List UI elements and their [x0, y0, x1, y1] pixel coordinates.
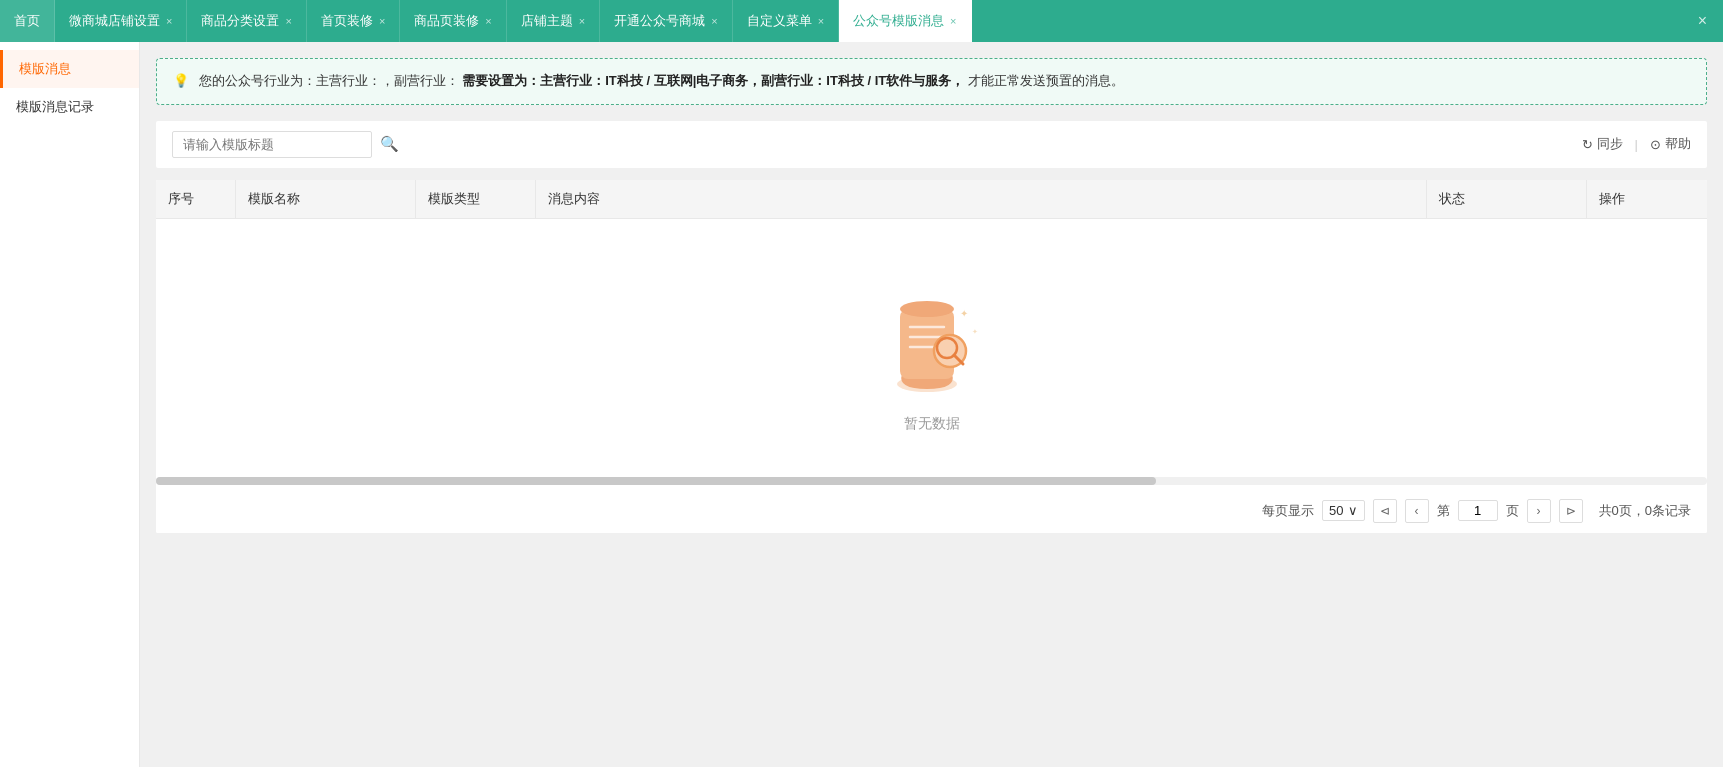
sidebar-item-template-msg-log-label: 模版消息记录 — [16, 99, 94, 114]
page-prev-button[interactable]: ‹ — [1405, 499, 1429, 523]
sidebar-item-template-msg[interactable]: 模版消息 — [0, 50, 139, 88]
tab-homepage-close[interactable]: × — [379, 15, 385, 27]
page-size-value: 50 — [1329, 503, 1343, 518]
tab-theme[interactable]: 店铺主题 × — [507, 0, 600, 42]
col-status: 状态 — [1427, 180, 1587, 218]
page-size-select[interactable]: 50 ∨ — [1322, 500, 1364, 521]
help-button[interactable]: ⊙ 帮助 — [1650, 135, 1691, 153]
notice-highlight: 需要设置为：主营行业：IT科技 / 互联网|电子商务，副营行业：IT科技 / I… — [462, 73, 964, 88]
sidebar: 模版消息 模版消息记录 — [0, 42, 140, 767]
page-size-label: 每页显示 — [1262, 502, 1314, 520]
tab-category-close[interactable]: × — [285, 15, 291, 27]
help-icon: ⊙ — [1650, 137, 1661, 152]
notice-box: 💡 您的公众号行业为：主营行业：，副营行业： 需要设置为：主营行业：IT科技 /… — [156, 58, 1707, 105]
col-index: 序号 — [156, 180, 236, 218]
content-area: 💡 您的公众号行业为：主营行业：，副营行业： 需要设置为：主营行业：IT科技 /… — [140, 42, 1723, 767]
page-last-button[interactable]: ⊳ — [1559, 499, 1583, 523]
tab-home-label: 首页 — [14, 12, 40, 30]
tab-homepage[interactable]: 首页装修 × — [307, 0, 400, 42]
empty-text: 暂无数据 — [904, 415, 960, 433]
page-input[interactable] — [1458, 500, 1498, 521]
page-first-button[interactable]: ⊲ — [1373, 499, 1397, 523]
empty-illustration: ✦ ✦ — [872, 279, 992, 399]
scrollbar-thumb[interactable] — [156, 477, 1156, 485]
search-bar: 🔍 ↻ 同步 | ⊙ 帮助 — [156, 121, 1707, 168]
notice-icon: 💡 — [173, 73, 189, 88]
tab-templatemsg[interactable]: 公众号模版消息 × — [839, 0, 971, 42]
notice-prefix: 您的公众号行业为：主营行业：，副营行业： — [199, 73, 459, 88]
tab-wshop-label: 微商城店铺设置 — [69, 12, 160, 30]
table-header: 序号 模版名称 模版类型 消息内容 状态 操作 — [156, 180, 1707, 219]
sidebar-item-template-msg-label: 模版消息 — [19, 61, 71, 76]
svg-text:✦: ✦ — [960, 308, 968, 319]
sync-button[interactable]: ↻ 同步 — [1582, 135, 1623, 153]
tab-mall-label: 开通公众号商城 — [614, 12, 705, 30]
main-layout: 模版消息 模版消息记录 💡 您的公众号行业为：主营行业：，副营行业： 需要设置为… — [0, 42, 1723, 767]
sync-label: 同步 — [1597, 135, 1623, 153]
page-next-button[interactable]: › — [1527, 499, 1551, 523]
col-type: 模版类型 — [416, 180, 536, 218]
tab-mall-close[interactable]: × — [711, 15, 717, 27]
help-label: 帮助 — [1665, 135, 1691, 153]
page-size-chevron: ∨ — [1348, 503, 1358, 518]
tab-theme-label: 店铺主题 — [521, 12, 573, 30]
tab-mall[interactable]: 开通公众号商城 × — [600, 0, 732, 42]
tab-custommenu-label: 自定义菜单 — [747, 12, 812, 30]
scrollbar-track[interactable] — [156, 477, 1707, 485]
tab-templatemsg-label: 公众号模版消息 — [853, 12, 944, 30]
top-nav: 首页 微商城店铺设置 × 商品分类设置 × 首页装修 × 商品页装修 × 店铺主… — [0, 0, 1723, 42]
tab-category-label: 商品分类设置 — [201, 12, 279, 30]
col-name: 模版名称 — [236, 180, 416, 218]
tab-wshop-close[interactable]: × — [166, 15, 172, 27]
divider: | — [1635, 137, 1638, 152]
page-label: 第 — [1437, 502, 1450, 520]
tab-custommenu[interactable]: 自定义菜单 × — [733, 0, 839, 42]
search-icon: 🔍 — [380, 135, 399, 152]
page-unit: 页 — [1506, 502, 1519, 520]
empty-svg: ✦ ✦ — [872, 279, 992, 399]
search-right: ↻ 同步 | ⊙ 帮助 — [1582, 135, 1691, 153]
tab-home[interactable]: 首页 — [0, 0, 55, 42]
search-left: 🔍 — [172, 131, 399, 158]
col-content: 消息内容 — [536, 180, 1427, 218]
tab-custommenu-close[interactable]: × — [818, 15, 824, 27]
col-action: 操作 — [1587, 180, 1707, 218]
search-button[interactable]: 🔍 — [380, 135, 399, 153]
tab-category[interactable]: 商品分类设置 × — [187, 0, 306, 42]
tab-templatemsg-close[interactable]: × — [950, 15, 956, 27]
notice-suffix: 才能正常发送预置的消息。 — [968, 73, 1124, 88]
tab-productpage[interactable]: 商品页装修 × — [400, 0, 506, 42]
table: 序号 模版名称 模版类型 消息内容 状态 操作 — [156, 180, 1707, 533]
sync-icon: ↻ — [1582, 137, 1593, 152]
search-input[interactable] — [172, 131, 372, 158]
pagination: 每页显示 50 ∨ ⊲ ‹ 第 页 › ⊳ 共0页，0条记录 — [156, 489, 1707, 533]
sidebar-item-template-msg-log[interactable]: 模版消息记录 — [0, 88, 139, 126]
tab-productpage-label: 商品页装修 — [414, 12, 479, 30]
tab-productpage-close[interactable]: × — [485, 15, 491, 27]
close-all-button[interactable]: × — [1682, 12, 1723, 30]
tab-wshop[interactable]: 微商城店铺设置 × — [55, 0, 187, 42]
total-info: 共0页，0条记录 — [1599, 502, 1691, 520]
svg-text:✦: ✦ — [972, 328, 978, 335]
empty-state: ✦ ✦ 暂无数据 — [156, 219, 1707, 473]
tab-homepage-label: 首页装修 — [321, 12, 373, 30]
svg-point-2 — [900, 301, 954, 317]
tab-theme-close[interactable]: × — [579, 15, 585, 27]
